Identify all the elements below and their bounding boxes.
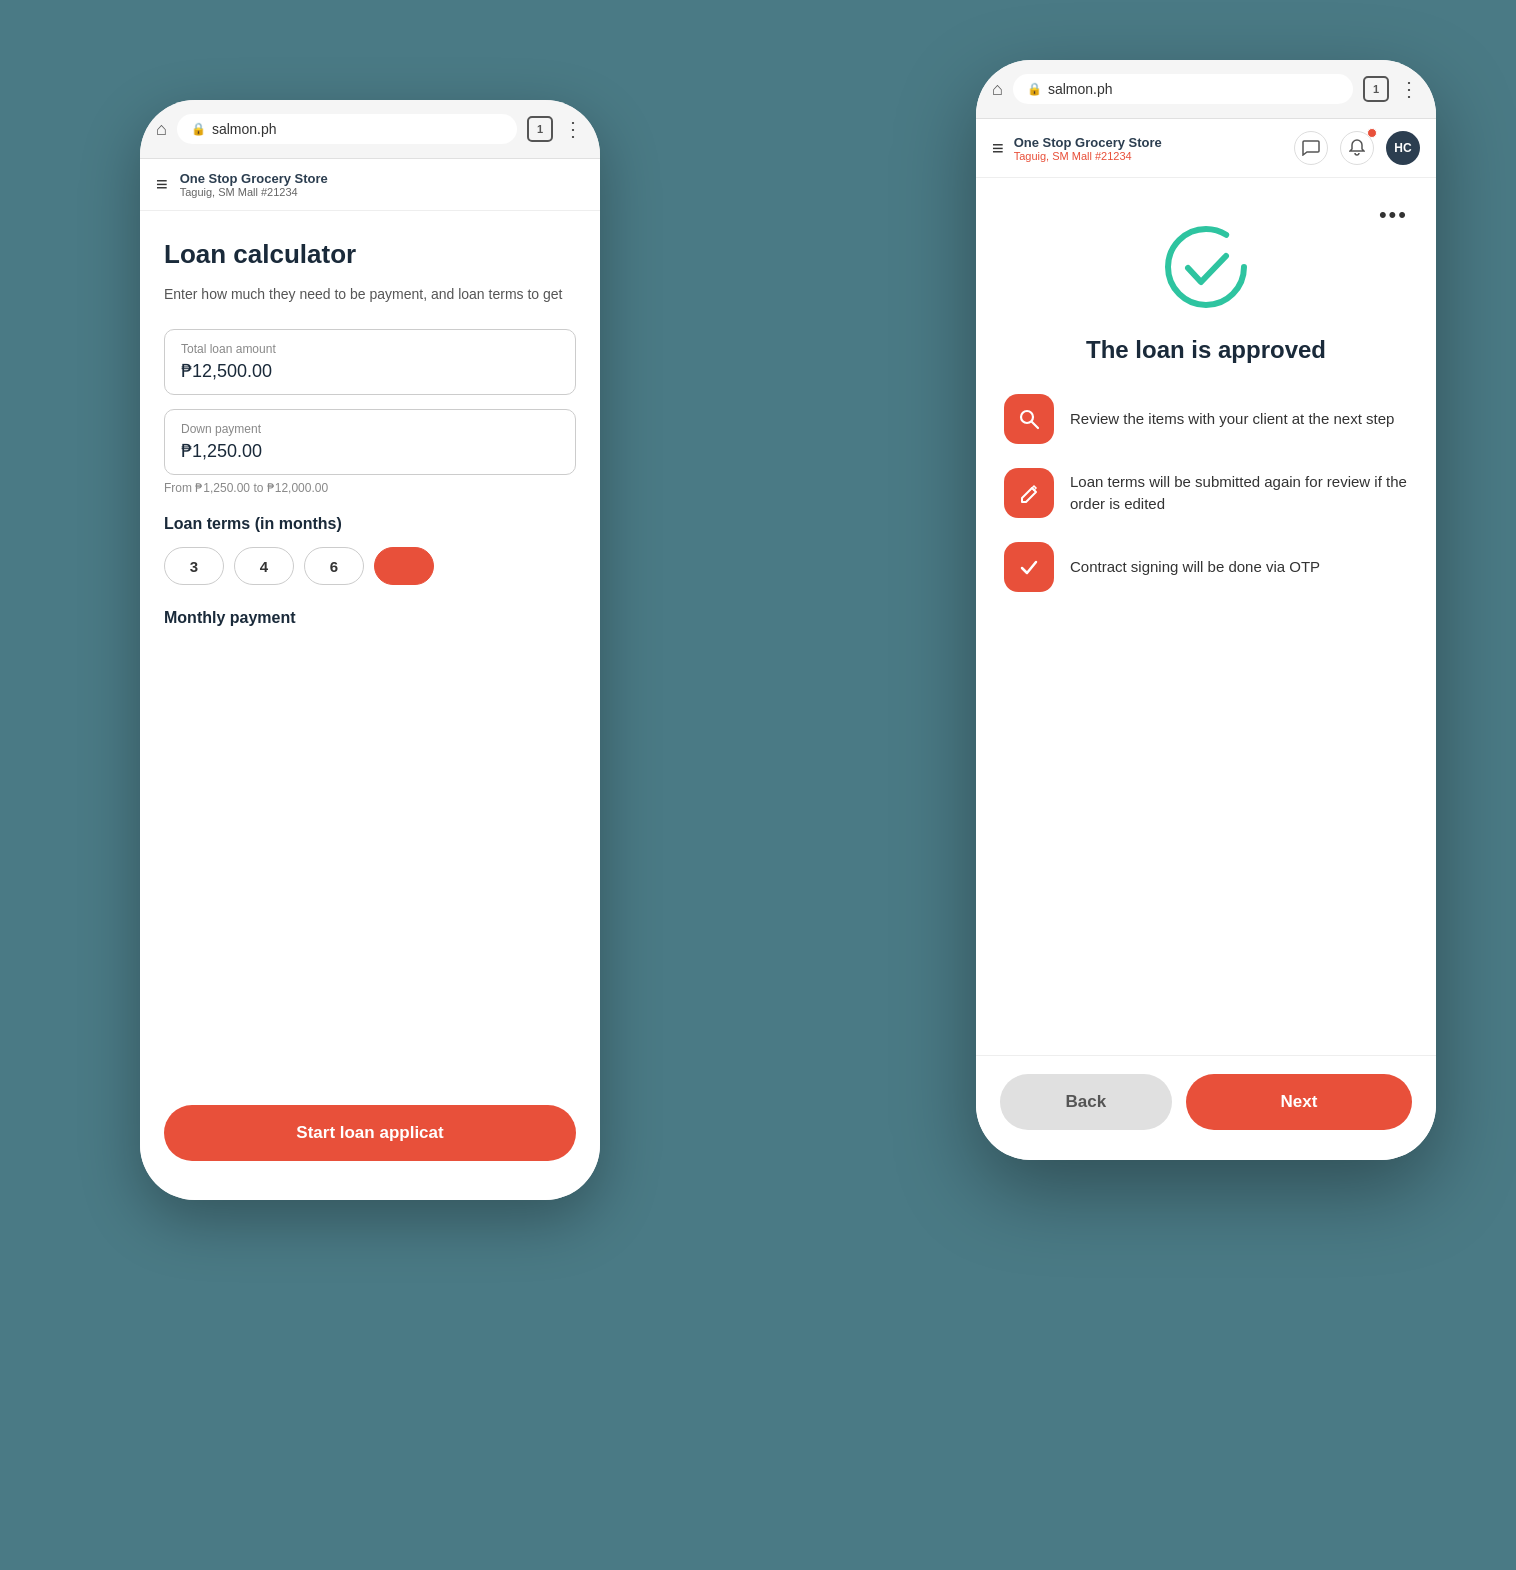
url-back: salmon.ph — [212, 121, 277, 137]
info-text-3: Contract signing will be done via OTP — [1070, 556, 1320, 578]
svg-point-1 — [1021, 411, 1033, 423]
edit-icon-badge — [1004, 468, 1054, 518]
check-circle-icon — [1161, 222, 1251, 312]
loan-terms-row: 3 4 6 — [164, 547, 576, 585]
term-chip-4[interactable]: 4 — [234, 547, 294, 585]
term-chip-6[interactable]: 6 — [304, 547, 364, 585]
lock-icon-back: 🔒 — [191, 122, 206, 136]
address-bar-front[interactable]: 🔒 salmon.ph — [1013, 74, 1353, 104]
tab-icon-back[interactable]: 1 — [527, 116, 553, 142]
svg-point-0 — [1168, 229, 1244, 305]
start-loan-button[interactable]: Start loan applicat — [164, 1105, 576, 1161]
total-loan-label: Total loan amount — [181, 342, 559, 356]
bottom-bar: Back Next — [976, 1055, 1436, 1160]
down-payment-label: Down payment — [181, 422, 559, 436]
check-circle-container — [1004, 222, 1408, 312]
home-icon-front[interactable]: ⌂ — [992, 79, 1003, 100]
info-item-1: Review the items with your client at the… — [1004, 394, 1408, 444]
info-item-3: Contract signing will be done via OTP — [1004, 542, 1408, 592]
monthly-payment-label: Monthly payment — [164, 609, 576, 627]
next-button[interactable]: Next — [1186, 1074, 1412, 1130]
tab-icon-front[interactable]: 1 — [1363, 76, 1389, 102]
store-sub-front: Taguig, SM Mall #21234 — [1014, 150, 1284, 162]
down-payment-input[interactable]: Down payment ₱1,250.00 — [164, 409, 576, 475]
store-name-front: One Stop Grocery Store — [1014, 135, 1284, 150]
total-loan-value: ₱12,500.00 — [181, 360, 559, 382]
page-desc-back: Enter how much they need to be payment, … — [164, 284, 576, 305]
loan-terms-label: Loan terms (in months) — [164, 515, 576, 533]
content-back: Loan calculator Enter how much they need… — [140, 211, 600, 1200]
hamburger-front[interactable]: ≡ — [992, 137, 1004, 160]
approval-title: The loan is approved — [1004, 336, 1408, 364]
bell-badge — [1367, 128, 1377, 138]
browser-bar-back: ⌂ 🔒 salmon.ph 1 ⋮ — [140, 100, 600, 159]
total-loan-input[interactable]: Total loan amount ₱12,500.00 — [164, 329, 576, 395]
phone-front: ⌂ 🔒 salmon.ph 1 ⋮ ≡ One Stop Grocery Sto… — [976, 60, 1436, 1160]
search-icon-badge — [1004, 394, 1054, 444]
page-title-back: Loan calculator — [164, 239, 576, 270]
avatar: HC — [1386, 131, 1420, 165]
content-front: ••• The loan is approved Review the item… — [976, 178, 1436, 1108]
more-dots[interactable]: ••• — [1379, 202, 1408, 228]
term-chip-active[interactable] — [374, 547, 434, 585]
bell-icon[interactable] — [1340, 131, 1374, 165]
lock-icon-front: 🔒 — [1027, 82, 1042, 96]
hamburger-back[interactable]: ≡ — [156, 173, 168, 196]
range-hint: From ₱1,250.00 to ₱12,000.00 — [164, 481, 576, 495]
svg-line-2 — [1032, 422, 1038, 428]
chat-icon[interactable] — [1294, 131, 1328, 165]
nav-icons-front: HC — [1294, 131, 1420, 165]
nav-bar-back: ≡ One Stop Grocery Store Taguig, SM Mall… — [140, 159, 600, 211]
store-sub-back: Taguig, SM Mall #21234 — [180, 186, 584, 198]
store-name-back: One Stop Grocery Store — [180, 171, 584, 186]
more-menu-back[interactable]: ⋮ — [563, 117, 584, 141]
home-icon-back[interactable]: ⌂ — [156, 119, 167, 140]
info-text-2: Loan terms will be submitted again for r… — [1070, 471, 1408, 515]
browser-bar-front: ⌂ 🔒 salmon.ph 1 ⋮ — [976, 60, 1436, 119]
nav-bar-front: ≡ One Stop Grocery Store Taguig, SM Mall… — [976, 119, 1436, 178]
back-button[interactable]: Back — [1000, 1074, 1172, 1130]
url-front: salmon.ph — [1048, 81, 1113, 97]
address-bar-back[interactable]: 🔒 salmon.ph — [177, 114, 517, 144]
term-chip-3[interactable]: 3 — [164, 547, 224, 585]
down-payment-value: ₱1,250.00 — [181, 440, 559, 462]
store-info-front: One Stop Grocery Store Taguig, SM Mall #… — [1014, 135, 1284, 162]
phone-back: ⌂ 🔒 salmon.ph 1 ⋮ ≡ One Stop Grocery Sto… — [140, 100, 600, 1200]
checkmark-icon-badge — [1004, 542, 1054, 592]
info-text-1: Review the items with your client at the… — [1070, 408, 1394, 430]
more-menu-front[interactable]: ⋮ — [1399, 77, 1420, 101]
info-item-2: Loan terms will be submitted again for r… — [1004, 468, 1408, 518]
store-info-back: One Stop Grocery Store Taguig, SM Mall #… — [180, 171, 584, 198]
